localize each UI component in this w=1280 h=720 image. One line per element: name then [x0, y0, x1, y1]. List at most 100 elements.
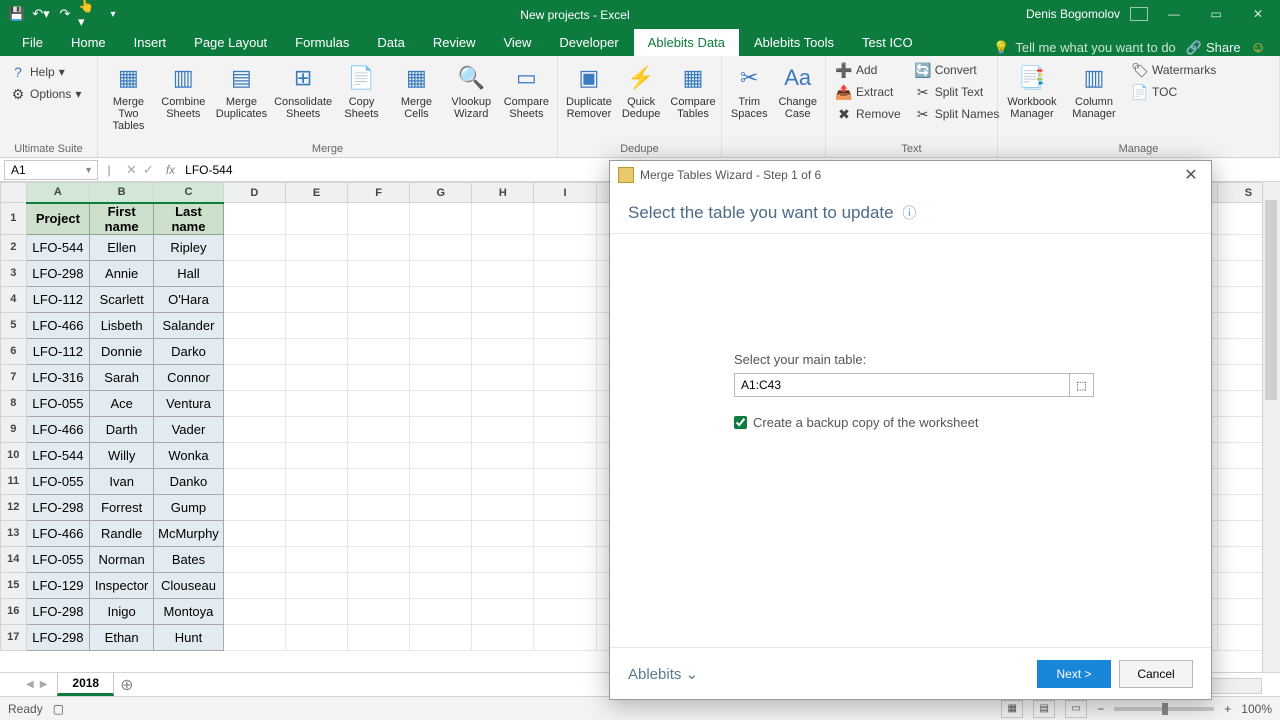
text-tool-button[interactable]: 📤Extract: [832, 82, 905, 102]
empty-cell[interactable]: [348, 338, 410, 364]
ribbon-big-button[interactable]: ▦Compare Tables: [668, 60, 717, 122]
next-button[interactable]: Next >: [1037, 660, 1111, 688]
data-cell[interactable]: Sarah: [90, 364, 154, 390]
row-header[interactable]: 5: [1, 312, 27, 338]
data-cell[interactable]: LFO-055: [26, 546, 90, 572]
empty-cell[interactable]: [410, 546, 472, 572]
row-header[interactable]: 6: [1, 338, 27, 364]
column-manager-button[interactable]: ▥Column Manager: [1066, 60, 1122, 122]
empty-cell[interactable]: [534, 416, 596, 442]
ribbon-big-button[interactable]: ▦Merge Two Tables: [104, 60, 153, 134]
zoom-slider[interactable]: [1114, 707, 1214, 711]
tab-home[interactable]: Home: [57, 29, 120, 56]
column-header[interactable]: G: [410, 183, 472, 203]
empty-cell[interactable]: [285, 442, 347, 468]
row-header[interactable]: 2: [1, 234, 27, 260]
tab-insert[interactable]: Insert: [120, 29, 181, 56]
empty-cell[interactable]: [534, 572, 596, 598]
empty-cell[interactable]: [472, 364, 534, 390]
backup-checkbox[interactable]: Create a backup copy of the worksheet: [734, 415, 1094, 430]
column-header[interactable]: C: [154, 183, 224, 203]
restore-button[interactable]: ▭: [1200, 2, 1232, 26]
empty-cell[interactable]: [348, 203, 410, 235]
row-header[interactable]: 14: [1, 546, 27, 572]
empty-cell[interactable]: [348, 364, 410, 390]
empty-cell[interactable]: [348, 390, 410, 416]
data-cell[interactable]: Ellen: [90, 234, 154, 260]
ribbon-big-button[interactable]: ▥Combine Sheets: [159, 60, 208, 122]
vertical-scrollbar[interactable]: [1262, 182, 1280, 672]
data-cell[interactable]: LFO-298: [26, 624, 90, 650]
data-cell[interactable]: LFO-298: [26, 260, 90, 286]
data-cell[interactable]: Gump: [154, 494, 224, 520]
select-all-corner[interactable]: [1, 183, 27, 203]
row-header[interactable]: 17: [1, 624, 27, 650]
empty-cell[interactable]: [223, 312, 285, 338]
empty-cell[interactable]: [410, 364, 472, 390]
column-header[interactable]: D: [223, 183, 285, 203]
tab-view[interactable]: View: [489, 29, 545, 56]
empty-cell[interactable]: [348, 286, 410, 312]
empty-cell[interactable]: [410, 234, 472, 260]
data-cell[interactable]: LFO-466: [26, 416, 90, 442]
column-header[interactable]: E: [285, 183, 347, 203]
ablebits-menu[interactable]: Ablebits ⌄: [628, 665, 698, 683]
data-cell[interactable]: LFO-544: [26, 442, 90, 468]
column-header[interactable]: F: [348, 183, 410, 203]
data-cell[interactable]: Inigo: [90, 598, 154, 624]
row-header[interactable]: 9: [1, 416, 27, 442]
cancel-button[interactable]: Cancel: [1119, 660, 1193, 688]
toc-button[interactable]: 📄TOC: [1128, 82, 1220, 102]
data-cell[interactable]: Vader: [154, 416, 224, 442]
empty-cell[interactable]: [410, 390, 472, 416]
row-header[interactable]: 15: [1, 572, 27, 598]
text-tool-button[interactable]: ➕Add: [832, 60, 905, 80]
data-cell[interactable]: Donnie: [90, 338, 154, 364]
empty-cell[interactable]: [285, 203, 347, 235]
text-tool-button[interactable]: ✂Split Text: [911, 82, 1004, 102]
ribbon-big-button[interactable]: ⊞Consolidate Sheets: [275, 60, 331, 122]
empty-cell[interactable]: [223, 624, 285, 650]
empty-cell[interactable]: [223, 494, 285, 520]
empty-cell[interactable]: [410, 468, 472, 494]
empty-cell[interactable]: [223, 546, 285, 572]
empty-cell[interactable]: [472, 572, 534, 598]
row-header[interactable]: 12: [1, 494, 27, 520]
empty-cell[interactable]: [285, 364, 347, 390]
smiley-icon[interactable]: ☺: [1251, 39, 1266, 56]
empty-cell[interactable]: [410, 312, 472, 338]
empty-cell[interactable]: [472, 203, 534, 235]
empty-cell[interactable]: [348, 260, 410, 286]
enter-formula-icon[interactable]: ✓: [143, 162, 154, 178]
data-cell[interactable]: Connor: [154, 364, 224, 390]
zoom-out-button[interactable]: −: [1097, 702, 1104, 716]
empty-cell[interactable]: [410, 598, 472, 624]
empty-cell[interactable]: [223, 390, 285, 416]
ribbon-big-button[interactable]: ▭Compare Sheets: [502, 60, 551, 122]
empty-cell[interactable]: [472, 416, 534, 442]
data-cell[interactable]: Wonka: [154, 442, 224, 468]
data-cell[interactable]: LFO-298: [26, 598, 90, 624]
account-icon[interactable]: [1130, 7, 1148, 21]
data-cell[interactable]: Inspector: [90, 572, 154, 598]
empty-cell[interactable]: [223, 364, 285, 390]
empty-cell[interactable]: [534, 468, 596, 494]
empty-cell[interactable]: [223, 468, 285, 494]
data-cell[interactable]: LFO-055: [26, 390, 90, 416]
empty-cell[interactable]: [285, 286, 347, 312]
normal-view-button[interactable]: ▦: [1001, 700, 1023, 718]
zoom-level[interactable]: 100%: [1241, 702, 1272, 716]
data-cell[interactable]: Montoya: [154, 598, 224, 624]
data-cell[interactable]: Project: [26, 203, 90, 235]
dialog-close-button[interactable]: ✕: [1179, 165, 1203, 185]
data-cell[interactable]: LFO-112: [26, 338, 90, 364]
empty-cell[interactable]: [285, 312, 347, 338]
empty-cell[interactable]: [534, 286, 596, 312]
column-header[interactable]: I: [534, 183, 596, 203]
name-box[interactable]: A1▼: [4, 160, 98, 180]
tab-ablebits-tools[interactable]: Ablebits Tools: [740, 29, 848, 56]
empty-cell[interactable]: [472, 546, 534, 572]
row-header[interactable]: 3: [1, 260, 27, 286]
workbook-manager-button[interactable]: 📑Workbook Manager: [1004, 60, 1060, 122]
empty-cell[interactable]: [348, 442, 410, 468]
